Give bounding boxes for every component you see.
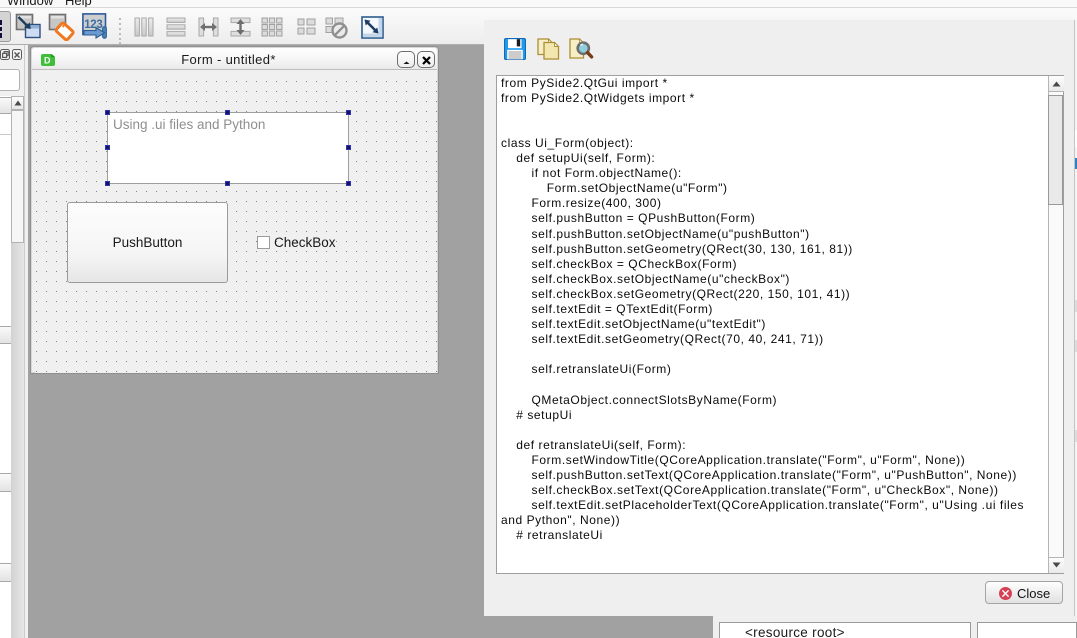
svg-text:123: 123 <box>84 19 102 31</box>
